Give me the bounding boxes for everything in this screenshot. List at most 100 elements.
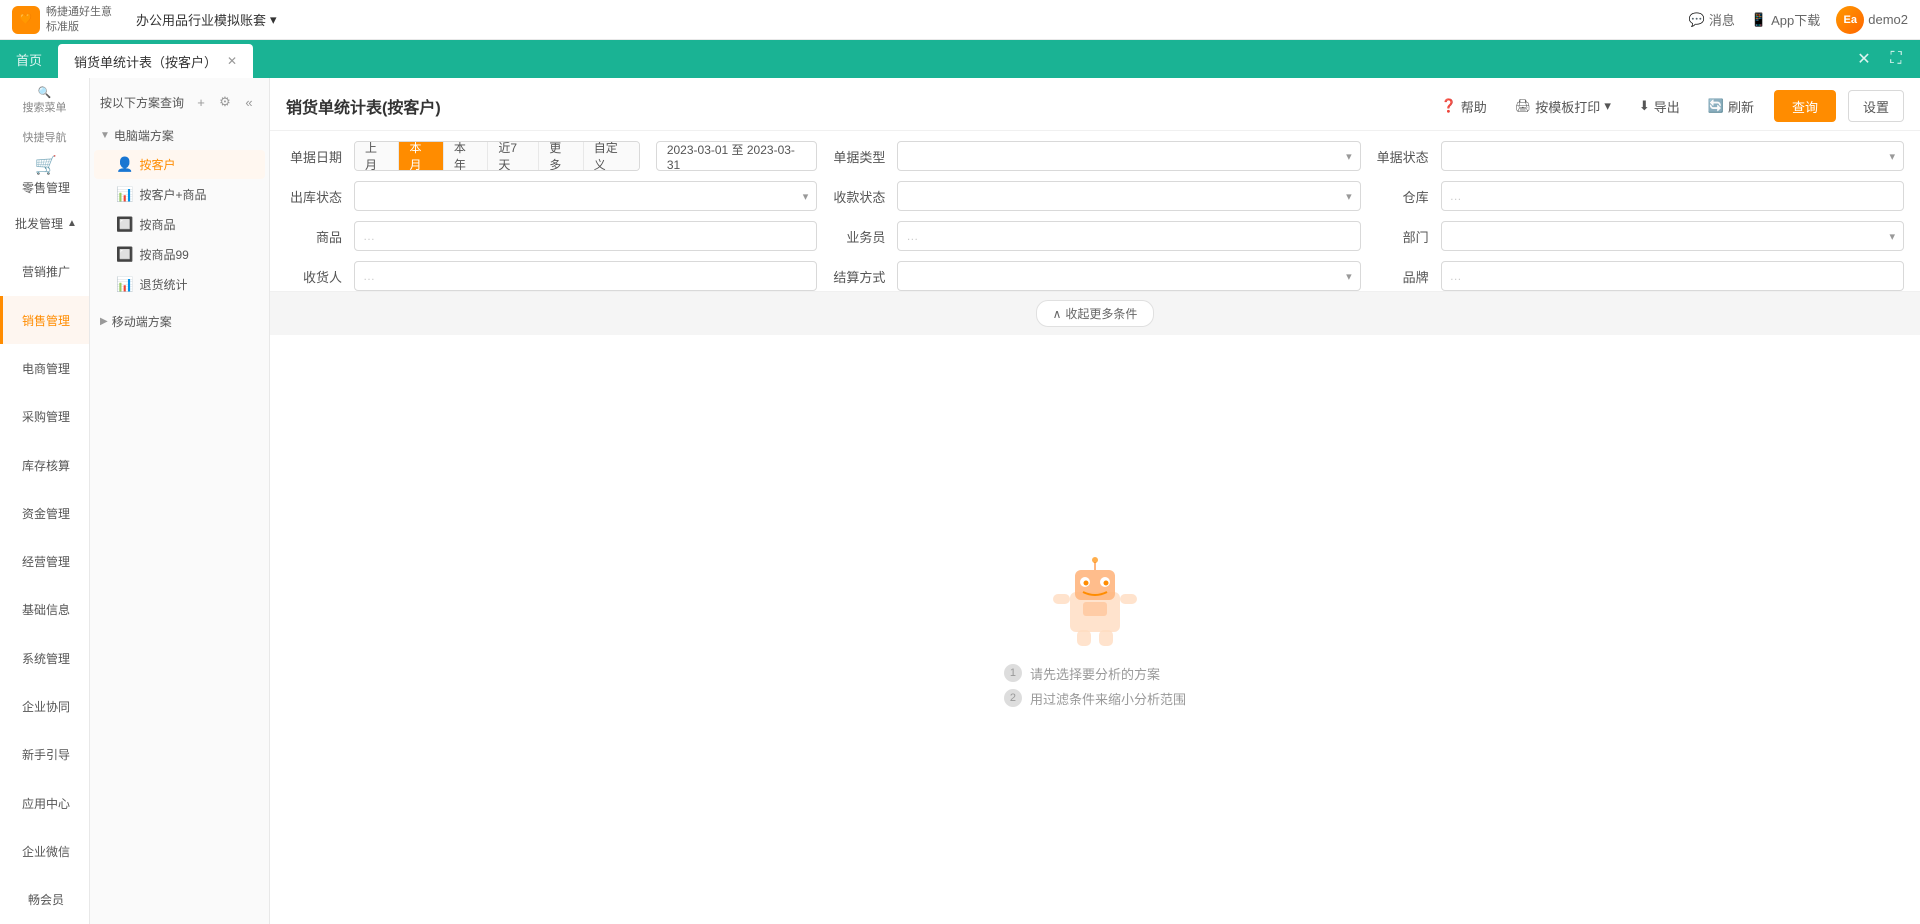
- sidebar-item-finance[interactable]: 资金管理: [0, 489, 89, 537]
- out-status-select[interactable]: ▾: [354, 181, 817, 211]
- salesperson-select[interactable]: …: [897, 221, 1360, 251]
- sidebar-item-wholesale[interactable]: 批发管理 ▲: [0, 199, 89, 247]
- print-button[interactable]: 🖨 按模板打印 ▾: [1507, 93, 1619, 120]
- empty-hint-1: 1 请先选择要分析的方案: [1004, 664, 1186, 683]
- recipient-select[interactable]: …: [354, 261, 817, 291]
- scheme-panel-header: 按以下方案查询 + ⚙ «: [90, 86, 269, 118]
- sidebar-item-newbie[interactable]: 新手引导: [0, 731, 89, 779]
- empty-illustration: [1045, 552, 1145, 652]
- order-status-select[interactable]: ▾: [1441, 141, 1904, 171]
- date-filter-buttons: 上月 本月 本年 近7天 更多 自定义: [354, 141, 640, 171]
- print-icon: 🖨: [1515, 98, 1532, 114]
- help-icon: ❓: [1441, 98, 1457, 114]
- page-actions: ❓ 帮助 🖨 按模板打印 ▾ ⬇ 导出 🔄 刷新 查询 设置: [1433, 90, 1904, 122]
- date-filter-group: 上月 本月 本年 近7天 更多 自定义 2023-03-01 至 2023-03…: [354, 141, 817, 171]
- message-button[interactable]: 💬 消息: [1689, 10, 1735, 29]
- date-btn-last7days[interactable]: 近7天: [488, 142, 539, 170]
- sidebar-item-apps[interactable]: 应用中心: [0, 779, 89, 827]
- tab-sales-stats[interactable]: 销货单统计表（按客户） ✕: [58, 44, 253, 78]
- department-select[interactable]: ▾: [1441, 221, 1904, 251]
- sidebar-item-business[interactable]: 经营管理: [0, 538, 89, 586]
- empty-hints: 1 请先选择要分析的方案 2 用过滤条件来缩小分析范围: [1004, 664, 1186, 708]
- message-icon: 💬: [1689, 12, 1705, 28]
- scheme-item-by-customer[interactable]: 👤 按客户: [94, 150, 265, 179]
- product-control: …: [354, 221, 817, 251]
- date-btn-last-month[interactable]: 上月: [355, 142, 399, 170]
- order-status-label: 单据状态: [1373, 147, 1429, 166]
- sidebar-item-wechat[interactable]: 企业微信: [0, 827, 89, 875]
- sidebar-item-system[interactable]: 系统管理: [0, 634, 89, 682]
- date-btn-custom[interactable]: 自定义: [584, 142, 639, 170]
- sidebar-nav[interactable]: 快捷导航: [0, 123, 89, 151]
- chevron-down-icon: ▾: [1889, 230, 1895, 243]
- scheme-item-customer-product[interactable]: 📊 按客户+商品: [94, 180, 265, 209]
- product-icon: 🔲: [116, 216, 133, 233]
- recipient-label: 收货人: [286, 267, 342, 286]
- window-maximize-icon[interactable]: ⛶: [1884, 47, 1908, 71]
- tab-bar: 首页 销货单统计表（按客户） ✕ ✕ ⛶: [0, 40, 1920, 78]
- scheme-pc-header[interactable]: ▼ 电脑端方案: [90, 122, 269, 149]
- scheme-item-by-product99[interactable]: 🔲 按商品99: [94, 240, 265, 269]
- tab-close-icon[interactable]: ✕: [227, 54, 237, 68]
- chevron-down-icon: ▾: [1346, 150, 1352, 163]
- top-header: 🧡 畅捷通好生意 标准版 办公用品行业模拟账套 ▾ 💬 消息 📱 App下载 E…: [0, 0, 1920, 40]
- account-selector[interactable]: 办公用品行业模拟账套 ▾: [136, 10, 277, 29]
- payment-status-control: ▾: [897, 181, 1360, 211]
- brand-control: …: [1441, 261, 1904, 291]
- sidebar-item-stock[interactable]: 库存核算: [0, 441, 89, 489]
- scheme-item-by-product[interactable]: 🔲 按商品: [94, 210, 265, 239]
- brand-select[interactable]: …: [1441, 261, 1904, 291]
- collapse-button[interactable]: ∧ 收起更多条件: [1036, 300, 1155, 327]
- scheme-add-button[interactable]: +: [191, 92, 211, 112]
- brand-label: 品牌: [1373, 267, 1429, 286]
- window-close-icon[interactable]: ✕: [1852, 47, 1876, 71]
- sidebar-item-member[interactable]: 畅会员: [0, 876, 89, 924]
- order-type-select[interactable]: ▾: [897, 141, 1360, 171]
- scheme-collapse-icon[interactable]: «: [239, 92, 259, 112]
- sidebar-item-coop[interactable]: 企业协同: [0, 682, 89, 730]
- filter-row-2: 出库状态 ▾ 收款状态 ▾ 仓库 …: [286, 181, 1904, 211]
- payment-status-select[interactable]: ▾: [897, 181, 1360, 211]
- product-select[interactable]: …: [354, 221, 817, 251]
- scheme-section-pc: ▼ 电脑端方案 👤 按客户 📊 按客户+商品 🔲 按商品 🔲 按商品99 📊: [90, 118, 269, 304]
- content-area: 销货单统计表(按客户) ❓ 帮助 🖨 按模板打印 ▾ ⬇ 导出 🔄 刷新: [270, 78, 1920, 924]
- date-filter-label: 单据日期: [286, 147, 342, 166]
- user-info[interactable]: Ea demo2: [1836, 6, 1908, 34]
- scheme-mobile-header[interactable]: ▶ 移动端方案: [90, 308, 269, 335]
- sidebar-item-ecommerce[interactable]: 电商管理: [0, 344, 89, 392]
- settings-button[interactable]: 设置: [1848, 90, 1904, 122]
- empty-hint-2: 2 用过滤条件来缩小分析范围: [1004, 689, 1186, 708]
- search-icon: 🔍: [38, 87, 52, 99]
- export-button[interactable]: ⬇ 导出: [1631, 93, 1688, 120]
- sidebar-item-basic[interactable]: 基础信息: [0, 586, 89, 634]
- sidebar-item-purchase[interactable]: 采购管理: [0, 393, 89, 441]
- tab-home[interactable]: 首页: [0, 40, 58, 78]
- date-btn-this-year[interactable]: 本年: [444, 142, 488, 170]
- search-button[interactable]: 查询: [1774, 90, 1836, 122]
- date-btn-more[interactable]: 更多: [539, 142, 583, 170]
- refresh-button[interactable]: 🔄 刷新: [1700, 93, 1762, 120]
- help-button[interactable]: ❓ 帮助: [1433, 93, 1495, 120]
- settlement-select[interactable]: ▾: [897, 261, 1360, 291]
- app-download-button[interactable]: 📱 App下载: [1751, 10, 1820, 29]
- scheme-section-mobile: ▶ 移动端方案: [90, 304, 269, 339]
- salesperson-label: 业务员: [829, 227, 885, 246]
- date-range-display: 2023-03-01 至 2023-03-31: [656, 141, 818, 171]
- retail-icon: 🛒: [35, 155, 57, 176]
- logo-area: 🧡 畅捷通好生意 标准版: [12, 5, 112, 34]
- sidebar-item-marketing[interactable]: 营销推广: [0, 248, 89, 296]
- salesperson-control: …: [897, 221, 1360, 251]
- out-status-control: ▾: [354, 181, 817, 211]
- scheme-settings-icon[interactable]: ⚙: [215, 92, 235, 112]
- logo-icon: 🧡: [12, 6, 40, 34]
- date-btn-this-month[interactable]: 本月: [399, 142, 443, 170]
- warehouse-select[interactable]: …: [1441, 181, 1904, 211]
- order-type-control: ▾: [897, 141, 1360, 171]
- sidebar-search[interactable]: 🔍 搜索菜单: [0, 78, 89, 123]
- recipient-control: …: [354, 261, 817, 291]
- sidebar-item-retail[interactable]: 🛒 零售管理: [0, 151, 89, 199]
- sidebar-item-sales[interactable]: 销售管理: [0, 296, 89, 344]
- scheme-panel: 按以下方案查询 + ⚙ « ▼ 电脑端方案 👤 按客户 📊 按客户+商品: [90, 78, 270, 924]
- scheme-item-return-stats[interactable]: 📊 退货统计: [94, 270, 265, 299]
- chevron-up-icon: ∧: [1053, 307, 1062, 321]
